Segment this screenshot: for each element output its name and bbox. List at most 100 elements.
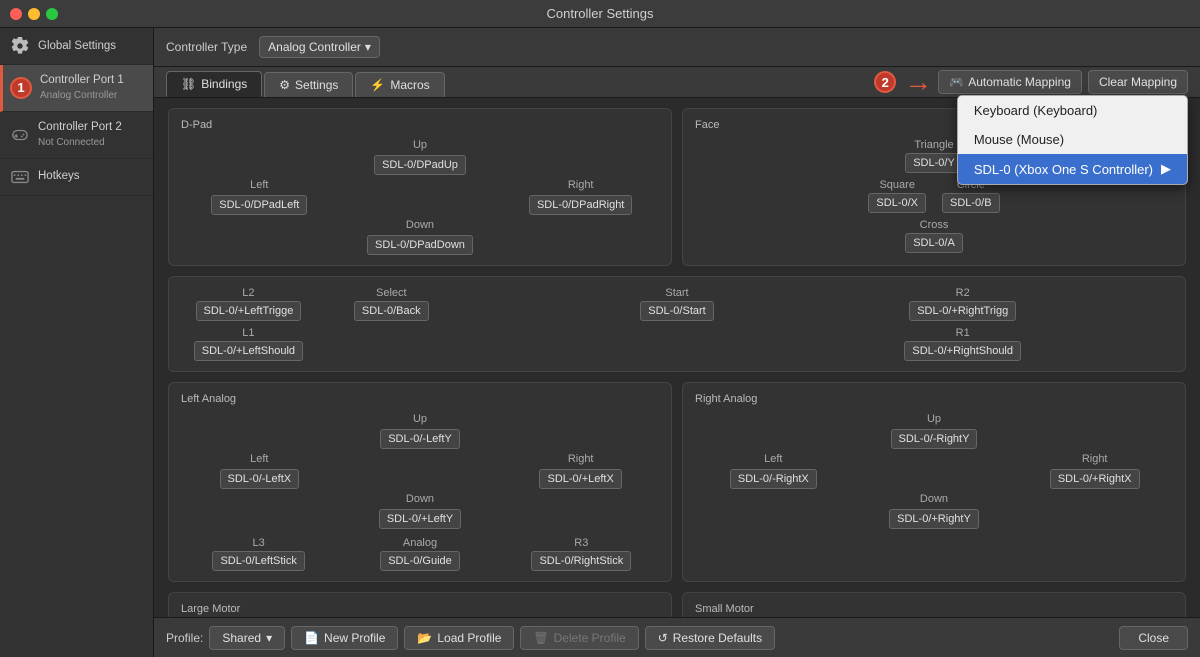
right-analog-left-input[interactable]: SDL-0/-RightX xyxy=(730,469,817,489)
title-bar: Controller Settings xyxy=(0,0,1200,28)
profile-label: Profile: xyxy=(166,631,203,645)
start-group: Start SDL-0/Start xyxy=(610,287,745,321)
left-analog-left-input[interactable]: SDL-0/-LeftX xyxy=(220,469,300,489)
port1-badge: 1 xyxy=(10,77,32,99)
tab-bindings[interactable]: ⛓ Bindings xyxy=(166,71,262,97)
controller-type-dropdown[interactable]: Analog Controller ▾ xyxy=(259,36,380,58)
sidebar: Global Settings 1 Controller Port 1 Anal… xyxy=(0,28,154,657)
window-controls xyxy=(10,8,58,20)
delete-profile-button[interactable]: 🗑 Delete Profile xyxy=(520,626,638,650)
tab-settings[interactable]: ⚙ Settings xyxy=(264,72,353,97)
close-window-button[interactable] xyxy=(10,8,22,20)
minimize-window-button[interactable] xyxy=(28,8,40,20)
start-input[interactable]: SDL-0/Start xyxy=(640,301,713,321)
maximize-window-button[interactable] xyxy=(46,8,58,20)
square-group: Square SDL-0/X xyxy=(868,179,926,213)
footer-right: Close xyxy=(1119,626,1188,650)
l1-label: L1 xyxy=(242,327,254,339)
window-title: Controller Settings xyxy=(547,6,654,21)
gear-icon xyxy=(10,36,30,56)
tab-bar-right: 2 → 🎮 Automatic Mapping Clear Mapping xyxy=(874,66,1188,98)
left-analog-down-input[interactable]: SDL-0/+LeftY xyxy=(379,509,461,529)
delete-profile-icon: 🗑 xyxy=(533,631,548,645)
small-motor-title: Small Motor xyxy=(695,603,1173,615)
analog-input[interactable]: SDL-0/Guide xyxy=(380,551,460,571)
right-analog-up-input[interactable]: SDL-0/-RightY xyxy=(891,429,978,449)
l3-input[interactable]: SDL-0/LeftStick xyxy=(212,551,304,571)
content-area: Controller Type Analog Controller ▾ ⛓ Bi… xyxy=(154,28,1200,657)
select-label: Select xyxy=(376,287,407,299)
dpad-left-input[interactable]: SDL-0/DPadLeft xyxy=(211,195,307,215)
new-profile-button[interactable]: 📄 New Profile xyxy=(291,626,398,650)
arrow-right-icon: → xyxy=(904,66,932,98)
left-analog-right-input[interactable]: SDL-0/+LeftX xyxy=(539,469,621,489)
sidebar-item-hotkeys[interactable]: Hotkeys xyxy=(0,159,153,196)
bindings-icon: ⛓ xyxy=(181,77,196,91)
sidebar-port2-label: Controller Port 2 Not Connected xyxy=(38,120,122,150)
triangle-input[interactable]: SDL-0/Y xyxy=(905,153,963,173)
dropdown-mouse[interactable]: Mouse (Mouse) xyxy=(958,125,1187,154)
gamepad2-icon xyxy=(10,125,30,145)
analog-middle-row: L3 SDL-0/LeftStick Analog SDL-0/Guide R3… xyxy=(181,537,659,571)
right-analog-down-input[interactable]: SDL-0/+RightY xyxy=(889,509,979,529)
dropdown-check-icon: ▶ xyxy=(1161,161,1171,177)
r1-group: R1 SDL-0/+RightShould xyxy=(895,327,1030,361)
new-profile-icon: 📄 xyxy=(304,631,319,645)
triangle-label: Triangle xyxy=(914,139,953,151)
l2-input[interactable]: SDL-0/+LeftTrigge xyxy=(196,301,302,321)
select-group: Select SDL-0/Back xyxy=(324,287,459,321)
tab-macros[interactable]: ⚡ Macros xyxy=(355,72,444,97)
dropdown-keyboard-label: Keyboard (Keyboard) xyxy=(974,103,1098,118)
l3-group: L3 SDL-0/LeftStick xyxy=(181,537,336,571)
dropdown-sdl0[interactable]: SDL-0 (Xbox One S Controller) ▶ xyxy=(958,154,1187,184)
square-label: Square xyxy=(879,179,914,191)
cross-label: Cross xyxy=(920,219,949,231)
select-input[interactable]: SDL-0/Back xyxy=(354,301,429,321)
footer-left: Profile: Shared ▾ 📄 New Profile 📂 Load P… xyxy=(166,626,775,650)
dpad-down-input[interactable]: SDL-0/DPadDown xyxy=(367,235,473,255)
r3-group: R3 SDL-0/RightStick xyxy=(504,537,659,571)
dropdown-mouse-label: Mouse (Mouse) xyxy=(974,132,1064,147)
triggers-section: L2 SDL-0/+LeftTrigge Select SDL-0/Back S xyxy=(168,276,1186,372)
shared-chevron-icon: ▾ xyxy=(266,631,272,645)
left-analog-up-input[interactable]: SDL-0/-LeftY xyxy=(380,429,460,449)
l1-group: L1 SDL-0/+LeftShould xyxy=(181,327,316,361)
dpad-up-input[interactable]: SDL-0/DPadUp xyxy=(374,155,466,175)
r1-label: R1 xyxy=(956,327,970,339)
sidebar-item-port1[interactable]: 1 Controller Port 1 Analog Controller xyxy=(0,65,153,112)
triggers-grid: L2 SDL-0/+LeftTrigge Select SDL-0/Back S xyxy=(181,287,1173,321)
port1-badge-number: 1 xyxy=(17,80,24,95)
circle-input[interactable]: SDL-0/B xyxy=(942,193,1000,213)
sidebar-hotkeys-label: Hotkeys xyxy=(38,169,80,184)
sidebar-item-global[interactable]: Global Settings xyxy=(0,28,153,65)
sidebar-item-port2[interactable]: Controller Port 2 Not Connected xyxy=(0,112,153,159)
controller-type-value: Analog Controller xyxy=(268,40,361,54)
triangle-group: Triangle SDL-0/Y xyxy=(905,139,963,173)
auto-map-icon: 🎮 xyxy=(949,75,964,89)
load-profile-button[interactable]: 📂 Load Profile xyxy=(404,626,514,650)
automatic-mapping-button[interactable]: 🎮 Automatic Mapping xyxy=(938,70,1082,94)
r2-input[interactable]: SDL-0/+RightTrigg xyxy=(909,301,1016,321)
r1-input[interactable]: SDL-0/+RightShould xyxy=(904,341,1021,361)
square-input[interactable]: SDL-0/X xyxy=(868,193,926,213)
tab-bar: ⛓ Bindings ⚙ Settings ⚡ Macros 2 → xyxy=(154,67,1200,98)
restore-icon: ↺ xyxy=(658,631,668,645)
badge2-circle: 2 xyxy=(874,71,896,93)
l1-input[interactable]: SDL-0/+LeftShould xyxy=(194,341,303,361)
shared-dropdown-button[interactable]: Shared ▾ xyxy=(209,626,285,650)
dpad-right-input[interactable]: SDL-0/DPadRight xyxy=(529,195,632,215)
dpad-down-label: Down xyxy=(406,219,434,231)
cross-group: Cross SDL-0/A xyxy=(905,219,963,253)
l2-group: L2 SDL-0/+LeftTrigge xyxy=(181,287,316,321)
close-button[interactable]: Close xyxy=(1119,626,1188,650)
right-analog-right-input[interactable]: SDL-0/+RightX xyxy=(1050,469,1140,489)
r3-input[interactable]: SDL-0/RightStick xyxy=(531,551,631,571)
cross-input[interactable]: SDL-0/A xyxy=(905,233,963,253)
main-layout: Global Settings 1 Controller Port 1 Anal… xyxy=(0,28,1200,657)
clear-mapping-button[interactable]: Clear Mapping xyxy=(1088,70,1188,94)
dropdown-keyboard[interactable]: Keyboard (Keyboard) xyxy=(958,96,1187,125)
keyboard-icon xyxy=(10,167,30,187)
restore-defaults-button[interactable]: ↺ Restore Defaults xyxy=(645,626,775,650)
badge2-number: 2 xyxy=(882,75,889,90)
dpad-left-label: Left xyxy=(250,179,268,191)
